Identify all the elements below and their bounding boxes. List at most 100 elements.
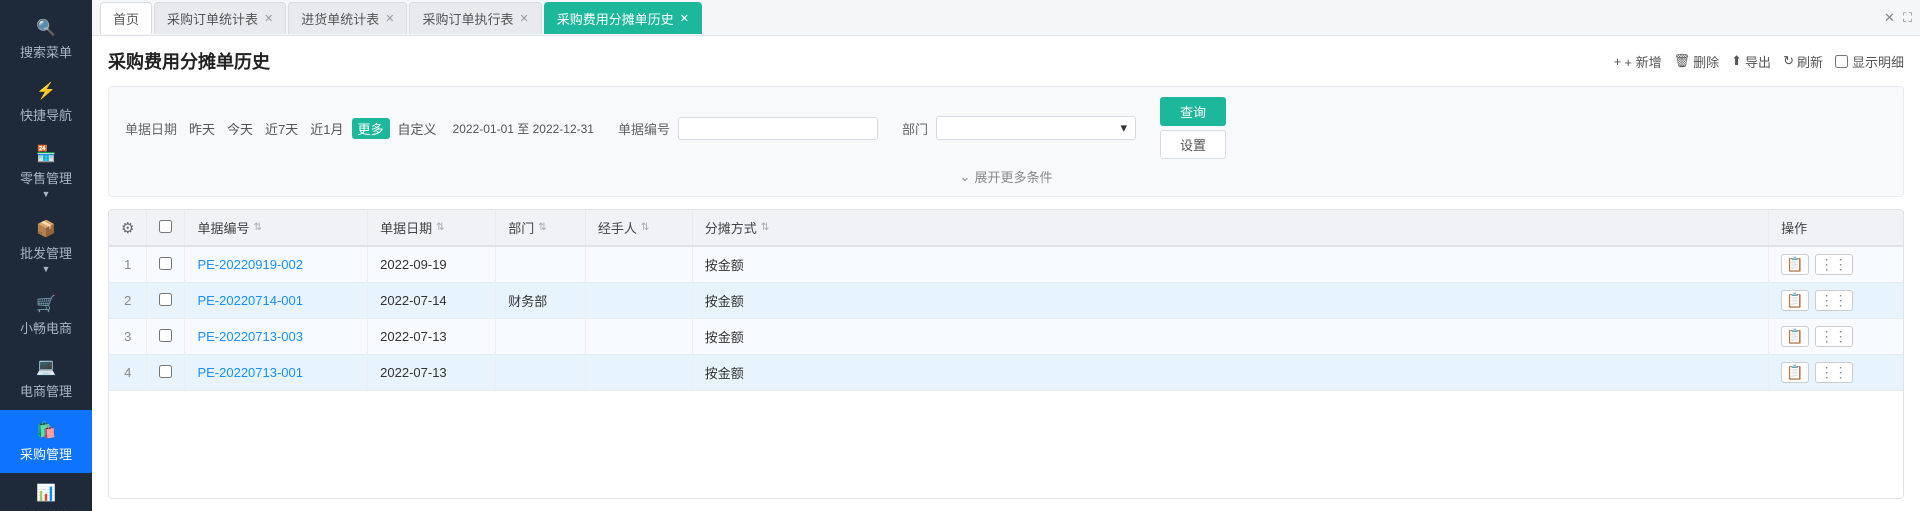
more-icon[interactable]: ⋮⋮: [1815, 290, 1853, 311]
more-icon[interactable]: ⋮⋮: [1815, 326, 1853, 347]
edit-icon[interactable]: 📋: [1781, 290, 1808, 311]
tab-home[interactable]: 首页: [100, 2, 152, 34]
sidebar-item-ecom-small[interactable]: 🛒 小畅电商: [0, 284, 92, 347]
action-cell: 📋 ⋮⋮: [1781, 326, 1891, 347]
show-columns-checkbox[interactable]: [1835, 55, 1848, 68]
dept-filter-group: 部门 ▾: [902, 116, 1136, 140]
row-split-method: 按金额: [692, 355, 1768, 391]
row-checkbox-2[interactable]: [159, 329, 172, 342]
tab-incoming-stats[interactable]: 进货单统计表✕: [288, 2, 407, 34]
th-checkbox[interactable]: [147, 210, 185, 246]
sidebar-item-retail[interactable]: 🏪 零售管理 ▼: [0, 134, 92, 209]
row-handler: [585, 355, 692, 391]
shortcut-7days[interactable]: 近7天: [261, 118, 302, 139]
shortcut-yesterday[interactable]: 昨天: [185, 118, 219, 139]
select-all-checkbox[interactable]: [159, 220, 172, 233]
row-checkbox-1[interactable]: [159, 293, 172, 306]
edit-icon[interactable]: 📋: [1781, 254, 1808, 275]
shortcut-more[interactable]: 更多: [352, 118, 390, 139]
order-no-link[interactable]: PE-20220713-001: [197, 365, 303, 380]
order-no-link[interactable]: PE-20220714-001: [197, 293, 303, 308]
sidebar-item-quick[interactable]: ⚡ 快捷导航: [0, 71, 92, 134]
sidebar-item-purchase[interactable]: 🛍️ 采购管理: [0, 410, 92, 473]
tab-purchase-order-stats[interactable]: 采购订单统计表✕: [154, 2, 286, 34]
refresh-button[interactable]: ↻ 刷新: [1783, 52, 1823, 71]
shortcut-today[interactable]: 今天: [223, 118, 257, 139]
row-order-date: 2022-07-14: [368, 283, 496, 319]
row-checkbox-cell[interactable]: [147, 246, 185, 283]
date-filter-group: 单据日期 昨天 今天 近7天 近1月 更多 自定义 2022-01-01 至 2…: [125, 118, 594, 139]
order-no-label: 单据编号: [618, 119, 670, 138]
edit-icon[interactable]: 📋: [1781, 362, 1808, 383]
filter-buttons: 查询 设置: [1160, 97, 1226, 159]
row-checkbox-0[interactable]: [159, 257, 172, 270]
filter-area: 单据日期 昨天 今天 近7天 近1月 更多 自定义 2022-01-01 至 2…: [108, 86, 1904, 197]
refresh-icon: ↻: [1783, 53, 1794, 69]
th-order-no: 单据编号 ⇅: [185, 210, 368, 246]
row-checkbox-cell[interactable]: [147, 355, 185, 391]
row-num-cell: 3: [109, 319, 147, 355]
row-dept: [496, 246, 586, 283]
row-action: 📋 ⋮⋮: [1769, 355, 1903, 391]
th-handler: 经手人 ⇅: [585, 210, 692, 246]
sidebar-item-search[interactable]: 🔍 搜索菜单: [0, 8, 92, 71]
order-no-link[interactable]: PE-20220919-002: [197, 257, 303, 272]
close-window-icon[interactable]: ✕: [1884, 10, 1895, 26]
close-tab-icon-purchase-fee-split[interactable]: ✕: [680, 12, 689, 25]
add-label: + 新增: [1624, 52, 1661, 71]
sidebar-icon-ecom-small: 🛒: [36, 294, 56, 314]
more-icon[interactable]: ⋮⋮: [1815, 254, 1853, 275]
th-action: 操作: [1769, 210, 1903, 246]
more-icon[interactable]: ⋮⋮: [1815, 362, 1853, 383]
query-button[interactable]: 查询: [1160, 97, 1226, 126]
sort-icon-dept: ⇅: [538, 222, 546, 233]
sidebar-icon-quick: ⚡: [36, 81, 56, 101]
row-checkbox-cell[interactable]: [147, 283, 185, 319]
shortcut-custom[interactable]: 自定义: [394, 118, 441, 139]
row-checkbox-cell[interactable]: [147, 319, 185, 355]
dept-select[interactable]: ▾: [936, 116, 1136, 140]
shortcut-1month[interactable]: 近1月: [306, 118, 347, 139]
add-icon: +: [1614, 54, 1622, 69]
export-button[interactable]: ⬆ 导出: [1731, 52, 1771, 71]
order-no-link[interactable]: PE-20220713-003: [197, 329, 303, 344]
close-tab-icon-purchase-order-exec[interactable]: ✕: [520, 12, 529, 25]
sort-split-method[interactable]: 分摊方式 ⇅: [705, 218, 1756, 237]
table-container: ⚙ 单据编号 ⇅ 单据日期: [108, 209, 1904, 499]
th-settings[interactable]: ⚙: [109, 210, 147, 246]
edit-icon[interactable]: 📋: [1781, 326, 1808, 347]
order-no-input[interactable]: [678, 117, 878, 140]
sort-order-no[interactable]: 单据编号 ⇅: [197, 218, 355, 237]
tab-purchase-order-exec[interactable]: 采购订单执行表✕: [409, 2, 541, 34]
delete-button[interactable]: 🗑 删除: [1674, 52, 1720, 71]
tab-purchase-fee-split[interactable]: 采购费用分摊单历史✕: [544, 2, 702, 34]
maximize-icon[interactable]: ⛶: [1903, 10, 1912, 26]
gear-icon[interactable]: ⚙: [121, 220, 134, 237]
settings-button[interactable]: 设置: [1160, 130, 1226, 159]
th-order-date: 单据日期 ⇅: [368, 210, 496, 246]
date-shortcuts: 昨天 今天 近7天 近1月 更多 自定义: [185, 118, 441, 139]
row-dept: [496, 319, 586, 355]
expand-more-button[interactable]: ⌄ 展开更多条件: [960, 167, 1053, 186]
sidebar-label-purchase: 采购管理: [20, 444, 72, 463]
sort-handler[interactable]: 经手人 ⇅: [598, 218, 680, 237]
sidebar-label-ecom: 电商管理: [20, 381, 72, 400]
sidebar-label-inventory: 库存核算: [20, 507, 72, 511]
sort-dept[interactable]: 部门 ⇅: [508, 218, 573, 237]
refresh-label: 刷新: [1797, 52, 1823, 71]
delete-icon: 🗑: [1674, 53, 1691, 69]
sidebar-label-retail: 零售管理: [20, 168, 72, 187]
sidebar-item-inventory[interactable]: 📊 库存核算: [0, 473, 92, 511]
sidebar-item-wholesale[interactable]: 📦 批发管理 ▼: [0, 209, 92, 284]
row-checkbox-3[interactable]: [159, 365, 172, 378]
table-row: 4 PE-20220713-001 2022-07-13 按金额 📋 ⋮⋮: [109, 355, 1903, 391]
sidebar-item-ecom[interactable]: 💻 电商管理: [0, 347, 92, 410]
sidebar-label-search: 搜索菜单: [20, 42, 72, 61]
close-tab-icon-incoming-stats[interactable]: ✕: [385, 12, 394, 25]
add-button[interactable]: + + 新增: [1614, 52, 1662, 71]
row-order-date: 2022-09-19: [368, 246, 496, 283]
show-columns-toggle[interactable]: 显示明细: [1835, 52, 1904, 71]
close-tab-icon-purchase-order-stats[interactable]: ✕: [264, 12, 273, 25]
sort-order-date[interactable]: 单据日期 ⇅: [380, 218, 483, 237]
sort-icon-handler: ⇅: [641, 222, 649, 233]
